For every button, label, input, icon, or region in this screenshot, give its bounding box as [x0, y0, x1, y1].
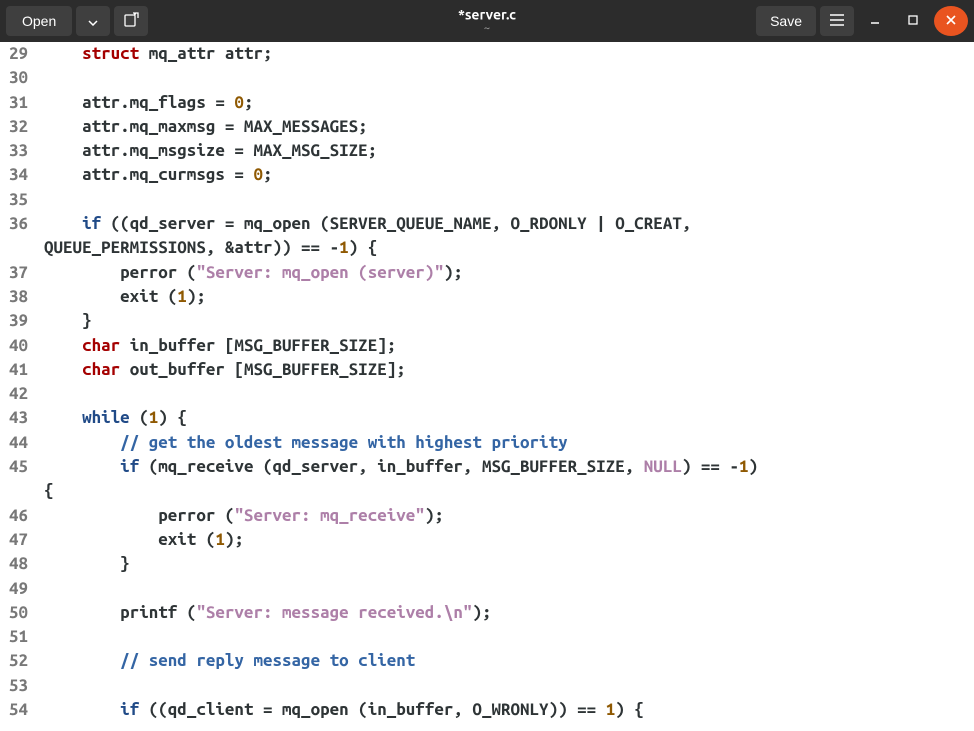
code-line[interactable] — [38, 66, 974, 90]
close-icon — [945, 14, 957, 29]
code-line[interactable]: // get the oldest message with highest p… — [38, 431, 974, 455]
save-button[interactable]: Save — [756, 6, 816, 36]
path-label: ~ — [484, 23, 490, 35]
line-number: 52 — [8, 649, 28, 673]
line-number: 37 — [8, 261, 28, 285]
code-line[interactable] — [38, 577, 974, 601]
code-line[interactable]: attr.mq_maxmsg = MAX_MESSAGES; — [38, 115, 974, 139]
line-number: 32 — [8, 115, 28, 139]
code-line[interactable]: attr.mq_msgsize = MAX_MSG_SIZE; — [38, 139, 974, 163]
line-number: 38 — [8, 285, 28, 309]
code-line[interactable] — [38, 382, 974, 406]
line-number: 42 — [8, 382, 28, 406]
code-line[interactable]: printf ("Server: message received.\n"); — [38, 601, 974, 625]
minimize-icon — [869, 14, 881, 29]
maximize-button[interactable] — [896, 6, 930, 36]
open-dropdown-button[interactable] — [76, 6, 110, 36]
line-number: 39 — [8, 309, 28, 333]
line-number: 48 — [8, 552, 28, 576]
code-line[interactable] — [38, 188, 974, 212]
titlebar: Open *server.c ~ Save — [0, 0, 974, 42]
code-line[interactable]: // send reply message to client — [38, 649, 974, 673]
line-number: 53 — [8, 674, 28, 698]
line-number: 44 — [8, 431, 28, 455]
line-number: 40 — [8, 334, 28, 358]
line-number: 46 — [8, 504, 28, 528]
code-line[interactable]: if ((qd_server = mq_open (SERVER_QUEUE_N… — [38, 212, 974, 236]
code-line[interactable]: } — [38, 552, 974, 576]
line-number: 31 — [8, 91, 28, 115]
code-line[interactable] — [38, 625, 974, 649]
code-line[interactable]: exit (1); — [38, 285, 974, 309]
line-number: 35 — [8, 188, 28, 212]
line-number: 30 — [8, 66, 28, 90]
minimize-button[interactable] — [858, 6, 892, 36]
line-number: 36 — [8, 212, 28, 236]
code-line[interactable]: attr.mq_flags = 0; — [38, 91, 974, 115]
code-line[interactable]: if ((qd_client = mq_open (in_buffer, O_W… — [38, 698, 974, 722]
maximize-icon — [907, 14, 919, 29]
line-number — [8, 236, 28, 260]
code-line[interactable]: while (1) { — [38, 406, 974, 430]
code-line[interactable]: QUEUE_PERMISSIONS, &attr)) == -1) { — [38, 236, 974, 260]
line-number: 50 — [8, 601, 28, 625]
line-number: 41 — [8, 358, 28, 382]
new-tab-button[interactable] — [114, 6, 148, 36]
code-content[interactable]: struct mq_attr attr; attr.mq_flags = 0; … — [38, 42, 974, 731]
line-number: 54 — [8, 698, 28, 722]
line-number: 47 — [8, 528, 28, 552]
menu-icon — [829, 13, 845, 30]
line-number: 49 — [8, 577, 28, 601]
open-button[interactable]: Open — [6, 6, 72, 36]
code-line[interactable]: attr.mq_curmsgs = 0; — [38, 163, 974, 187]
editor-area[interactable]: 2930313233343536 373839404142434445 464748… — [0, 42, 974, 731]
code-line[interactable] — [38, 674, 974, 698]
line-number: 45 — [8, 455, 28, 479]
code-line[interactable]: if (mq_receive (qd_server, in_buffer, MS… — [38, 455, 974, 479]
line-number — [8, 479, 28, 503]
hamburger-menu-button[interactable] — [820, 6, 854, 36]
code-line[interactable]: perror ("Server: mq_open (server)"); — [38, 261, 974, 285]
code-line[interactable]: } — [38, 309, 974, 333]
code-line[interactable]: char out_buffer [MSG_BUFFER_SIZE]; — [38, 358, 974, 382]
code-line[interactable]: exit (1); — [38, 528, 974, 552]
chevron-down-icon — [88, 13, 98, 29]
line-number-gutter: 2930313233343536 373839404142434445 464748… — [0, 42, 38, 731]
code-line[interactable]: struct mq_attr attr; — [38, 42, 974, 66]
line-number: 34 — [8, 163, 28, 187]
line-number: 51 — [8, 625, 28, 649]
new-tab-icon — [123, 12, 139, 31]
code-line[interactable]: char in_buffer [MSG_BUFFER_SIZE]; — [38, 334, 974, 358]
filename-label: *server.c — [458, 7, 516, 22]
line-number: 43 — [8, 406, 28, 430]
code-line[interactable]: perror ("Server: mq_receive"); — [38, 504, 974, 528]
line-number: 29 — [8, 42, 28, 66]
close-button[interactable] — [934, 6, 968, 36]
window-title: *server.c ~ — [458, 7, 516, 34]
code-line[interactable]: { — [38, 479, 974, 503]
line-number: 33 — [8, 139, 28, 163]
